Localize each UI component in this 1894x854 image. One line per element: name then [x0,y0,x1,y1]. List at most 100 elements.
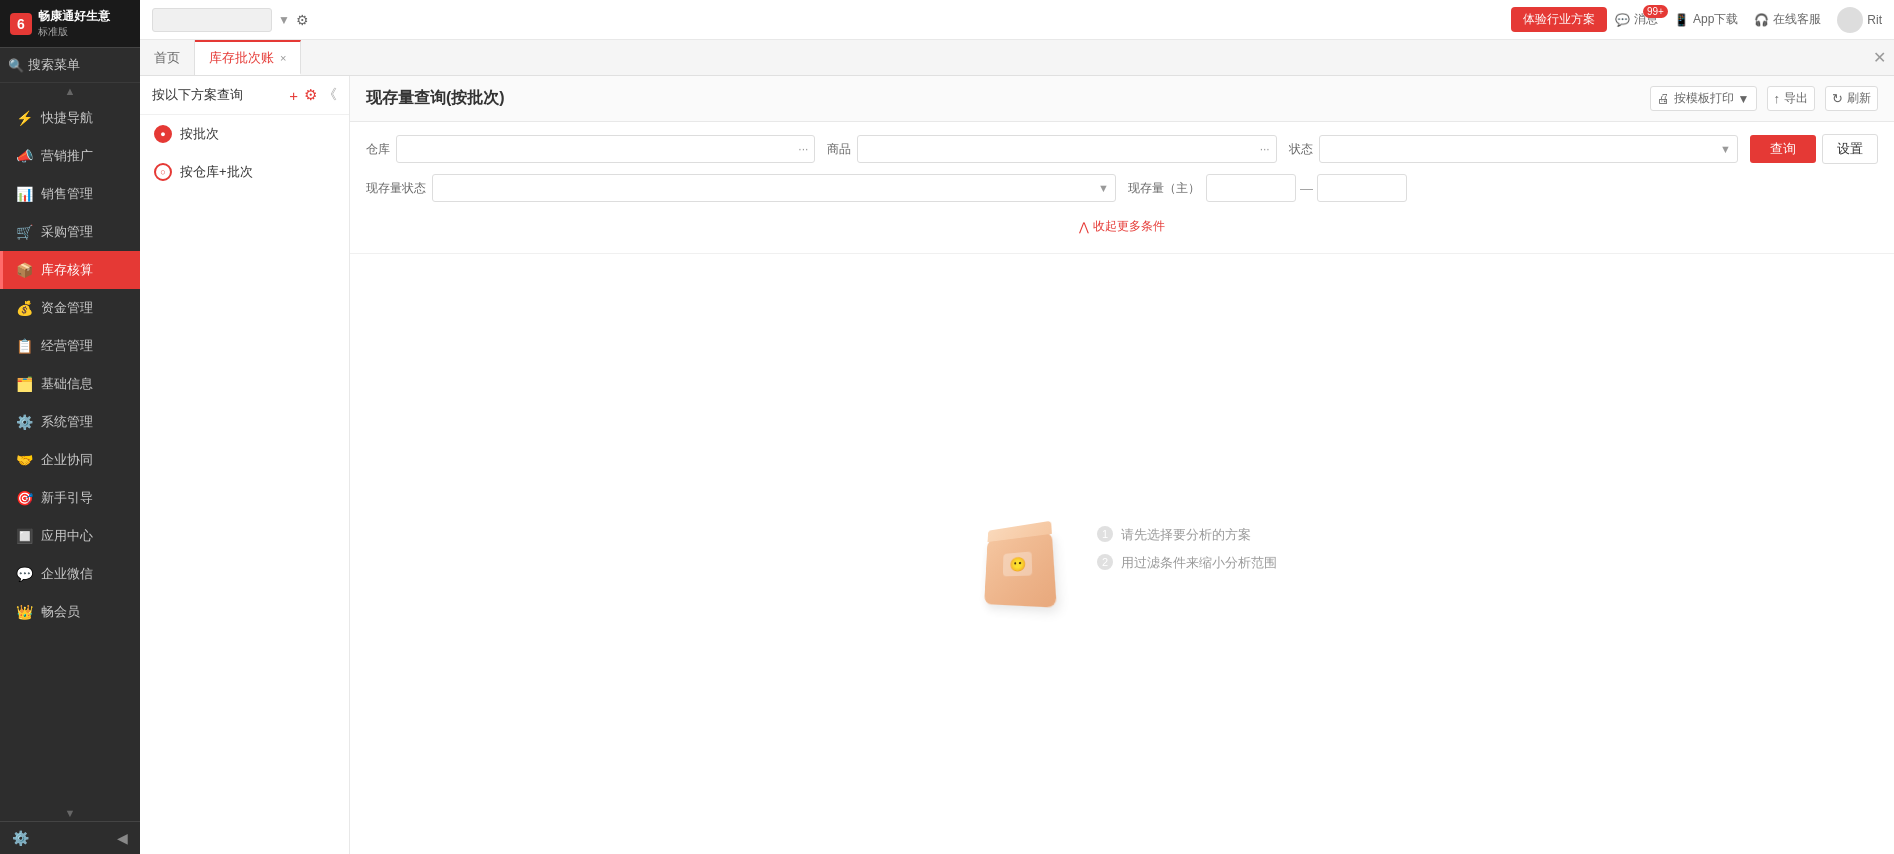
online-service-button[interactable]: 🎧 在线客服 [1754,11,1821,28]
page-header: 现存量查询(按批次) 🖨 按模板打印 ▼ ↑ 导出 ↻ 刷新 [350,76,1894,122]
status-field: 状态 ▼ [1289,135,1738,163]
purchase-icon: 🛒 [15,224,33,240]
refresh-btn[interactable]: ↻ 刷新 [1825,86,1878,111]
app-download-label: App下载 [1693,11,1738,28]
inventory-status-select[interactable]: ▼ [432,174,1116,202]
filter-panel-icons: + ⚙ 《 [289,86,337,104]
query-button[interactable]: 查询 [1750,135,1816,163]
filter-settings-icon[interactable]: ⚙ [304,86,317,104]
sidebar-item-wechat[interactable]: 💬 企业微信 [0,555,140,593]
member-icon: 👑 [15,604,33,620]
inventory-qty-min[interactable] [1206,174,1296,202]
inventory-qty-field: 现存量（主） — [1128,174,1878,202]
collapse-footer-icon[interactable]: ◀ [117,830,128,846]
finance-icon: 💰 [15,300,33,316]
filter-item-batch[interactable]: ● 按批次 [140,115,349,153]
product-input-wrap[interactable]: ··· [857,135,1276,163]
sidebar-item-purchase[interactable]: 🛒 采购管理 [0,213,140,251]
sidebar-scroll-down[interactable]: ▼ [0,805,140,821]
messages-button[interactable]: 💬 消息 99+ [1615,11,1658,28]
export-icon: ↑ [1774,91,1781,106]
filter-panel-title: 按以下方案查询 [152,86,243,104]
filter-collapse-icon[interactable]: 《 [323,86,337,104]
tab-home[interactable]: 首页 [140,40,195,75]
filter-item-warehouse-batch[interactable]: ○ 按仓库+批次 [140,153,349,191]
topbar-right: 💬 消息 99+ 📱 App下载 🎧 在线客服 Rit [1615,7,1882,33]
main-area: ▼ ⚙ 体验行业方案 💬 消息 99+ 📱 App下载 🎧 在线客服 Rit [140,0,1894,854]
sidebar-item-system[interactable]: ⚙️ 系统管理 [0,403,140,441]
tab-close-icon[interactable]: × [280,52,286,64]
print-icon: 🖨 [1657,91,1670,106]
experience-btn[interactable]: 体验行业方案 [1511,7,1607,32]
app-title: 畅康通好生意 [38,8,110,25]
inventory-qty-range: — [1206,174,1407,202]
export-btn[interactable]: ↑ 导出 [1767,86,1816,111]
sidebar-logo: 6 [10,13,32,35]
sidebar-search-label: 搜索菜单 [28,56,80,74]
tab-inventory-batch[interactable]: 库存批次账 × [195,40,301,75]
warehouse-more[interactable]: ··· [798,142,814,156]
add-filter-icon[interactable]: + [289,87,298,104]
product-field: 商品 ··· [827,135,1276,163]
inventory-status-label: 现存量状态 [366,180,426,197]
product-input[interactable] [858,142,1259,156]
sidebar-item-marketing[interactable]: 📣 营销推广 [0,137,140,175]
sidebar-item-sales[interactable]: 📊 销售管理 [0,175,140,213]
tip-number-2: 2 [1097,554,1113,570]
sidebar-item-newguide[interactable]: 🎯 新手引导 [0,479,140,517]
empty-face-icon: 😶 [1003,551,1032,576]
chevron-down-icon2: ▼ [1098,182,1109,194]
sidebar-scroll-up[interactable]: ▲ [0,83,140,99]
topbar: ▼ ⚙ 体验行业方案 💬 消息 99+ 📱 App下载 🎧 在线客服 Rit [140,0,1894,40]
product-more[interactable]: ··· [1260,142,1276,156]
page-area: 按以下方案查询 + ⚙ 《 ● 按批次 ○ 按仓库+批次 现存量查询(按批次) [140,76,1894,854]
empty-text-list: 1 请先选择要分析的方案 2 用过滤条件来缩小分析范围 [1097,526,1277,582]
warehouse-label: 仓库 [366,141,390,158]
filter-batch-icon: ● [154,125,172,143]
active-tab-label: 库存批次账 [209,49,274,67]
empty-icon: 😶 [967,504,1067,604]
app-download-button[interactable]: 📱 App下载 [1674,11,1738,28]
sidebar: 6 畅康通好生意 标准版 🔍 搜索菜单 ▲ ⚡ 快捷导航 📣 营销推广 📊 销售… [0,0,140,854]
sidebar-item-label: 销售管理 [41,185,93,203]
topbar-gear-icon[interactable]: ⚙ [296,12,309,28]
settings-button[interactable]: 设置 [1822,134,1878,164]
inventory-qty-max[interactable] [1317,174,1407,202]
tab-bar: 首页 库存批次账 × ✕ [140,40,1894,76]
sidebar-item-inventory[interactable]: 📦 库存核算 [0,251,140,289]
app-subtitle: 标准版 [38,25,110,39]
filter-warehouse-batch-label: 按仓库+批次 [180,163,253,181]
warehouse-input-wrap[interactable]: ··· [396,135,815,163]
sidebar-item-quicknav[interactable]: ⚡ 快捷导航 [0,99,140,137]
settings-footer-icon[interactable]: ⚙️ [12,830,29,846]
search-row-2: 现存量状态 ▼ 现存量（主） — [366,174,1878,202]
chevron-down-icon: ▼ [278,13,290,27]
collapse-more-btn[interactable]: ⋀ 收起更多条件 [366,212,1878,241]
home-tab-label: 首页 [154,49,180,67]
sidebar-item-member[interactable]: 👑 畅会员 [0,593,140,631]
tab-panel-close-btn[interactable]: ✕ [1873,48,1894,67]
sidebar-item-label: 畅会员 [41,603,80,621]
status-select[interactable]: ▼ [1319,135,1738,163]
sidebar-item-enterprise[interactable]: 🤝 企业协同 [0,441,140,479]
empty-tip-2: 2 用过滤条件来缩小分析范围 [1097,554,1277,572]
sidebar-item-label: 新手引导 [41,489,93,507]
enterprise-icon: 🤝 [15,452,33,468]
print-btn[interactable]: 🖨 按模板打印 ▼ [1650,86,1757,111]
user-profile-button[interactable]: Rit [1837,7,1882,33]
sidebar-item-basic[interactable]: 🗂️ 基础信息 [0,365,140,403]
sidebar-item-finance[interactable]: 💰 资金管理 [0,289,140,327]
sidebar-item-appcenter[interactable]: 🔲 应用中心 [0,517,140,555]
basic-icon: 🗂️ [15,376,33,392]
sales-icon: 📊 [15,186,33,202]
filter-warehouse-batch-icon: ○ [154,163,172,181]
sidebar-header: 6 畅康通好生意 标准版 [0,0,140,48]
collapse-label: 收起更多条件 [1093,218,1165,235]
sidebar-search[interactable]: 🔍 搜索菜单 [0,48,140,83]
sidebar-item-label: 企业微信 [41,565,93,583]
topbar-search-input[interactable] [152,8,272,32]
sidebar-item-operation[interactable]: 📋 经营管理 [0,327,140,365]
empty-state: 😶 1 请先选择要分析的方案 2 用过滤条件来缩小分析范围 [350,254,1894,854]
warehouse-input[interactable] [397,142,798,156]
product-label: 商品 [827,141,851,158]
